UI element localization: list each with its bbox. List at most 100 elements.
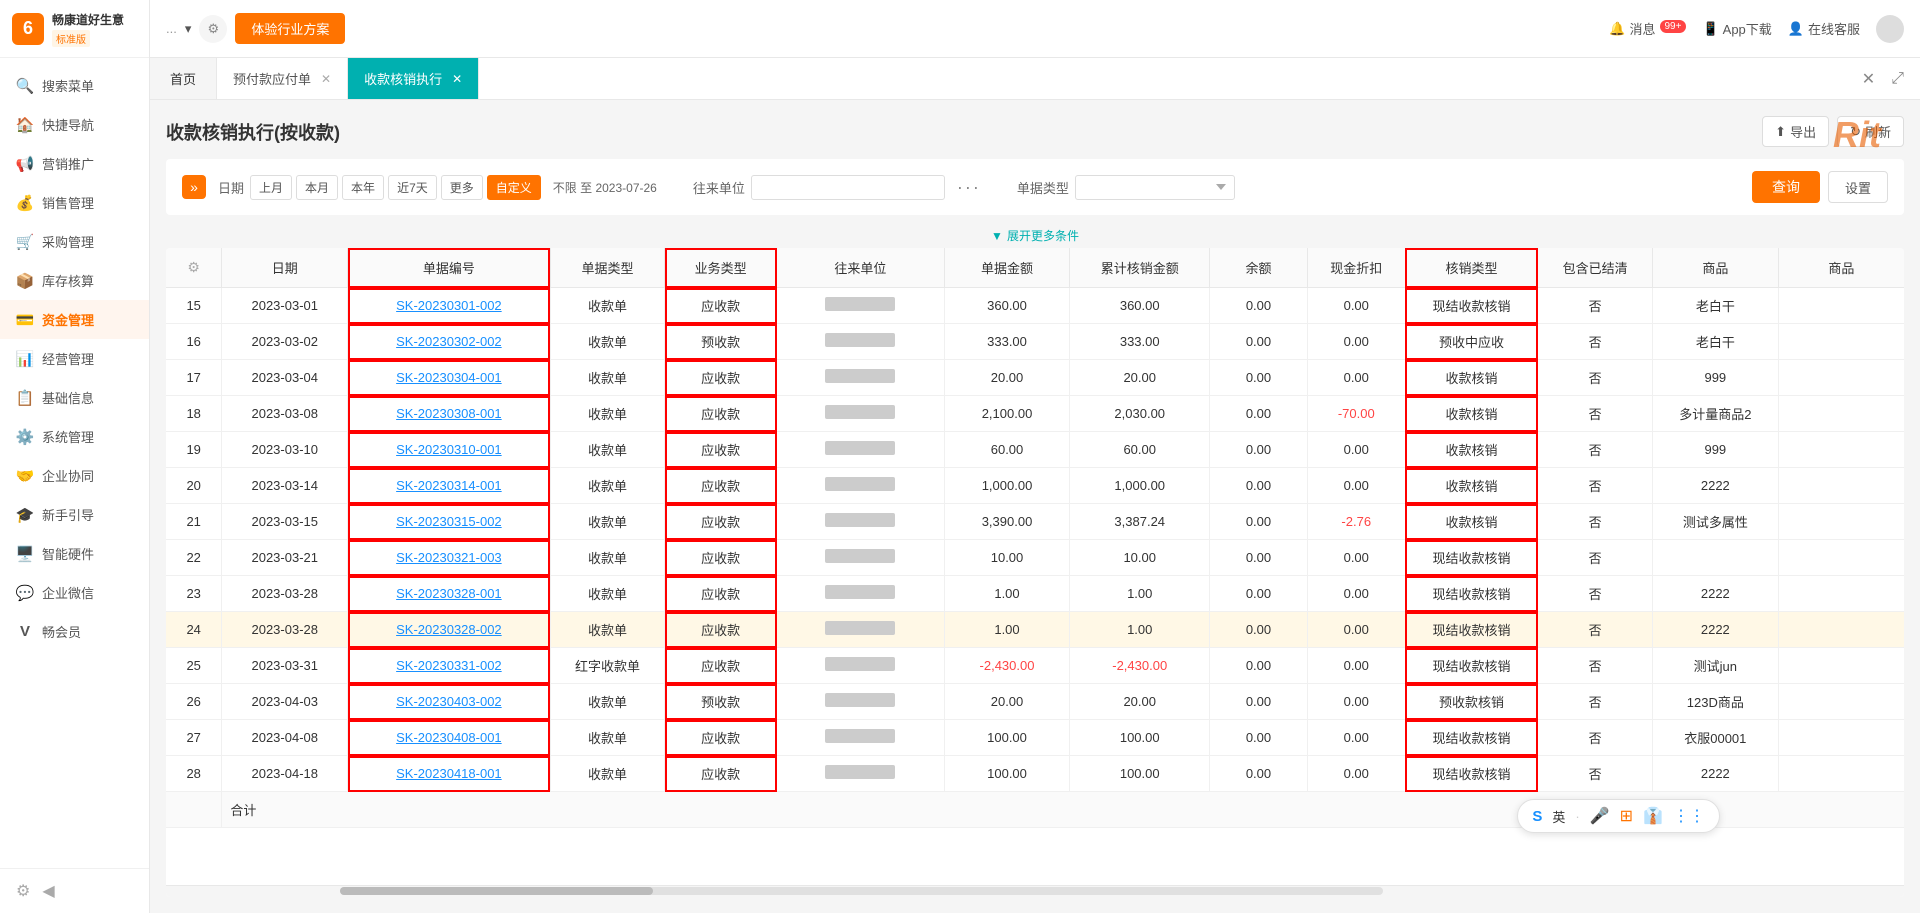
sn-link[interactable]: SK-20230328-001 (396, 586, 502, 601)
tab-close-all-btn[interactable]: ✕ (1858, 65, 1879, 93)
cell-incl: 否 (1538, 360, 1653, 396)
date-btn-custom[interactable]: 自定义 (487, 175, 541, 200)
cell-sn: SK-20230310-001 (348, 432, 551, 468)
sn-link[interactable]: SK-20230308-001 (396, 406, 502, 421)
sidebar-item-marketing[interactable]: 📢 营销推广 (0, 144, 149, 183)
th-sn: 单据编号 (348, 248, 551, 288)
sn-link[interactable]: SK-20230302-002 (396, 334, 502, 349)
export-button[interactable]: ⬆ 导出 (1762, 116, 1829, 147)
date-btn-this-year[interactable]: 本年 (342, 175, 384, 200)
sidebar-item-hardware[interactable]: 🖥️ 智能硬件 (0, 534, 149, 573)
unit-filter-input[interactable] (751, 175, 945, 200)
sidebar-item-label: 系统管理 (42, 427, 94, 446)
cell-unit (777, 612, 945, 648)
date-btn-this-month[interactable]: 本月 (296, 175, 338, 200)
user-avatar[interactable] (1876, 15, 1904, 43)
float-grid-icon[interactable]: ⊞ (1620, 806, 1633, 826)
cell-cumamt: 100.00 (1070, 756, 1210, 792)
cell-sn: SK-20230331-002 (348, 648, 551, 684)
collapse-icon[interactable]: ◀ (42, 881, 54, 901)
sidebar-item-sales[interactable]: 💰 销售管理 (0, 183, 149, 222)
notifications-btn[interactable]: 🔔 消息 99+ (1609, 19, 1686, 38)
expand-more-conditions[interactable]: ▼ 展开更多条件 (166, 223, 1904, 248)
sidebar-item-guide[interactable]: 🎓 新手引导 (0, 495, 149, 534)
main-content: ... ▾ ⚙ 体验行业方案 🔔 消息 99+ 📱 App下载 👤 在线客服 (150, 0, 1920, 913)
sidebar-item-purchase[interactable]: 🛒 采购管理 (0, 222, 149, 261)
tab-home[interactable]: 首页 (150, 58, 217, 99)
sn-link[interactable]: SK-20230321-003 (396, 550, 502, 565)
cell-balance: 0.00 (1210, 540, 1308, 576)
tab-expand-btn[interactable]: ⤢ (1887, 66, 1908, 92)
cell-doctype: 红字收款单 (550, 648, 665, 684)
cell-coretype: 现结收款核销 (1405, 288, 1538, 324)
th-goods: 商品 (1652, 248, 1778, 288)
float-mic-icon[interactable]: 🎤 (1590, 806, 1610, 826)
date-btn-last-month[interactable]: 上月 (250, 175, 292, 200)
sidebar-item-operation[interactable]: 📊 经营管理 (0, 339, 149, 378)
date-btn-more[interactable]: 更多 (441, 175, 483, 200)
cell-discount: 0.00 (1307, 612, 1405, 648)
sn-link[interactable]: SK-20230314-001 (396, 478, 502, 493)
sn-link[interactable]: SK-20230304-001 (396, 370, 502, 385)
cell-no: 17 (166, 360, 222, 396)
gear-button[interactable]: ⚙ (199, 15, 227, 43)
basic-icon: 📋 (16, 389, 34, 407)
cell-cumamt: 1.00 (1070, 576, 1210, 612)
sidebar-item-finance[interactable]: 💳 资金管理 (0, 300, 149, 339)
refresh-button[interactable]: ↻ 刷新 (1837, 116, 1904, 147)
tab-close-prepay[interactable]: ✕ (321, 72, 331, 86)
cell-doctype: 收款单 (550, 468, 665, 504)
sidebar: 6 畅康道好生意 标准版 🔍 搜索菜单 🏠 快捷导航 📢 营销推广 💰 销售管理… (0, 0, 150, 913)
member-icon: V (16, 623, 34, 641)
sidebar-item-system[interactable]: ⚙️ 系统管理 (0, 417, 149, 456)
cell-balance: 0.00 (1210, 468, 1308, 504)
sn-link[interactable]: SK-20230403-002 (396, 694, 502, 709)
float-shirt-icon[interactable]: 👔 (1643, 806, 1663, 826)
cell-no: 21 (166, 504, 222, 540)
cell-coretype: 预收中应收 (1405, 324, 1538, 360)
doctype-filter-select[interactable] (1075, 175, 1235, 200)
online-service-btn[interactable]: 👤 在线客服 (1788, 19, 1860, 38)
app-download-btn[interactable]: 📱 App下载 (1702, 19, 1771, 38)
horizontal-scrollbar[interactable] (166, 885, 1904, 897)
settings-bottom-icon[interactable]: ⚙ (16, 881, 30, 901)
sn-link[interactable]: SK-20230315-002 (396, 514, 502, 529)
sn-link[interactable]: SK-20230328-002 (396, 622, 502, 637)
filter-expand-btn[interactable]: » (182, 175, 206, 199)
cell-biztype: 应收款 (665, 468, 777, 504)
th-settings[interactable]: ⚙ (166, 248, 222, 288)
tab-receipts[interactable]: 收款核销执行 ✕ (348, 58, 479, 99)
sn-link[interactable]: SK-20230408-001 (396, 730, 502, 745)
cell-goods: 999 (1652, 360, 1778, 396)
settings-filter-button[interactable]: 设置 (1828, 171, 1888, 203)
cell-biztype: 应收款 (665, 432, 777, 468)
solution-button[interactable]: 体验行业方案 (235, 13, 345, 44)
sn-link[interactable]: SK-20230310-001 (396, 442, 502, 457)
cell-balance: 0.00 (1210, 504, 1308, 540)
sidebar-item-label: 畅会员 (42, 622, 81, 641)
date-btn-7days[interactable]: 近7天 (388, 175, 437, 200)
sidebar-item-quicknav[interactable]: 🏠 快捷导航 (0, 105, 149, 144)
sidebar-item-inventory[interactable]: 📦 库存核算 (0, 261, 149, 300)
sidebar-item-member[interactable]: V 畅会员 (0, 612, 149, 651)
sn-link[interactable]: SK-20230331-002 (396, 658, 502, 673)
table-row: 15 2023-03-01 SK-20230301-002 收款单 应收款 36… (166, 288, 1904, 324)
sn-link[interactable]: SK-20230418-001 (396, 766, 502, 781)
float-apps-icon[interactable]: ⋮⋮ (1673, 806, 1705, 826)
sidebar-item-wechat[interactable]: 💬 企业微信 (0, 573, 149, 612)
cell-doctype: 收款单 (550, 396, 665, 432)
sidebar-item-basic[interactable]: 📋 基础信息 (0, 378, 149, 417)
cell-coretype: 现结收款核销 (1405, 576, 1538, 612)
cell-biztype: 应收款 (665, 648, 777, 684)
cell-biztype: 应收款 (665, 540, 777, 576)
sidebar-item-enterprise[interactable]: 🤝 企业协同 (0, 456, 149, 495)
tab-prepay[interactable]: 预付款应付单 ✕ (217, 58, 348, 99)
sidebar-item-search[interactable]: 🔍 搜索菜单 (0, 66, 149, 105)
tab-close-receipts[interactable]: ✕ (452, 72, 462, 86)
header-dropdown[interactable]: ▾ (185, 21, 192, 37)
cell-date: 2023-03-10 (222, 432, 348, 468)
table-wrapper[interactable]: ⚙ 日期 单据编号 单据类型 业务类型 往来单位 单据金额 累计核销金额 余额 … (166, 248, 1904, 885)
sn-link[interactable]: SK-20230301-002 (396, 298, 502, 313)
cell-date: 2023-04-08 (222, 720, 348, 756)
query-button[interactable]: 查询 (1752, 171, 1820, 203)
